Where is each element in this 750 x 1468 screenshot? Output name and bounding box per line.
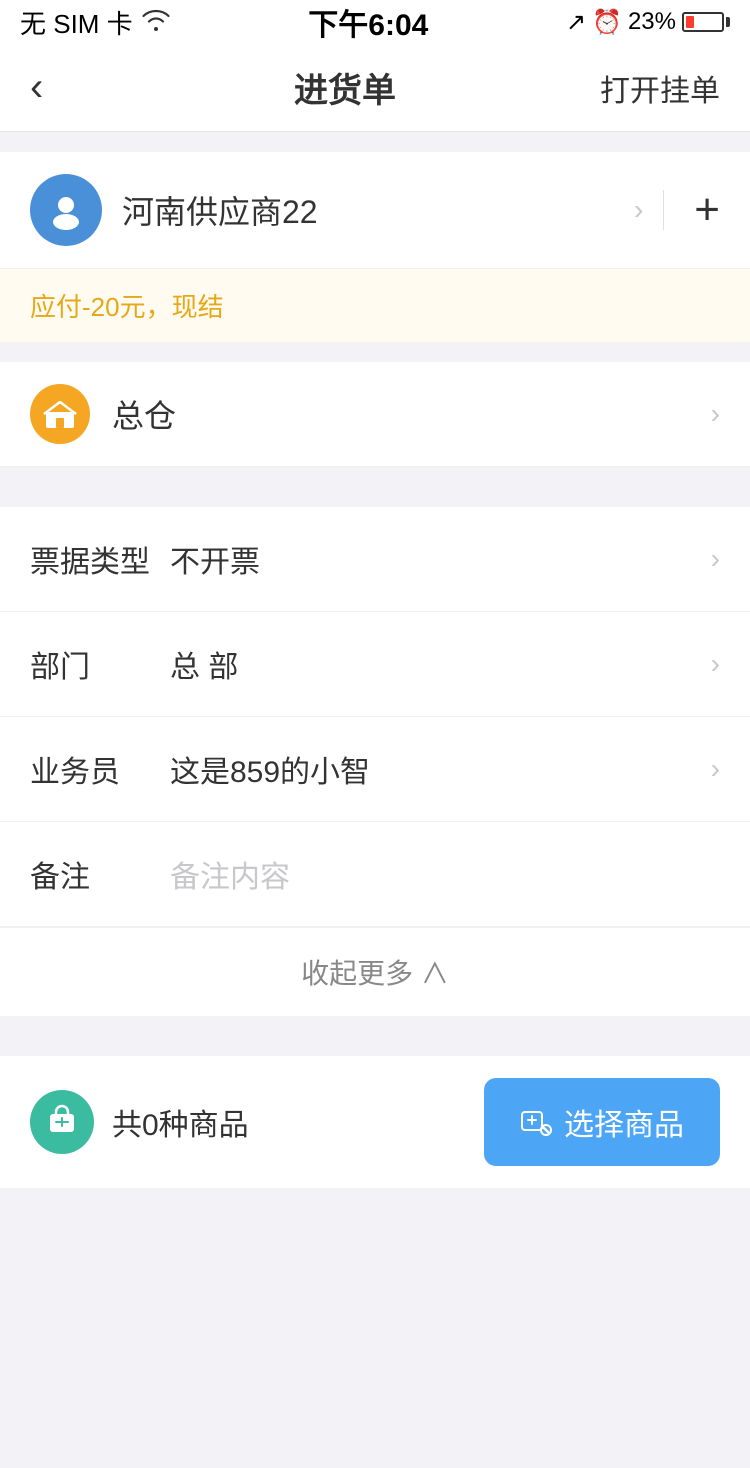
battery-icon bbox=[682, 12, 730, 32]
remark-input[interactable]: 备注内容 bbox=[160, 852, 720, 896]
supplier-name: 河南供应商22 bbox=[122, 187, 634, 233]
supplier-section: 河南供应商22 › + 应付-20元，现结 bbox=[0, 152, 750, 342]
collapse-label: 收起更多 ∧ bbox=[301, 952, 449, 992]
invoice-type-chevron-icon: › bbox=[711, 543, 720, 575]
product-count-text: 共0种商品 bbox=[112, 1100, 249, 1144]
section-divider-2 bbox=[0, 342, 750, 362]
wifi-icon bbox=[141, 7, 171, 38]
status-right: ↗ ⏰ 23% bbox=[566, 8, 730, 37]
warehouse-name: 总仓 bbox=[112, 391, 711, 437]
supplier-chevron-icon: › bbox=[634, 194, 643, 226]
salesperson-row[interactable]: 业务员 这是859的小智 › bbox=[0, 717, 750, 822]
department-label: 部门 bbox=[30, 642, 160, 686]
supplier-avatar bbox=[30, 174, 102, 246]
invoice-type-value: 不开票 bbox=[160, 537, 711, 581]
salesperson-chevron-icon: › bbox=[711, 753, 720, 785]
status-bar: 无 SIM 卡 下午6:04 ↗ ⏰ 23% bbox=[0, 0, 750, 44]
status-time: 下午6:04 bbox=[308, 0, 428, 44]
notice-text: 应付-20元，现结 bbox=[30, 292, 224, 322]
status-left: 无 SIM 卡 bbox=[20, 4, 171, 41]
remark-label: 备注 bbox=[30, 852, 160, 896]
salesperson-label: 业务员 bbox=[30, 747, 160, 791]
warehouse-row[interactable]: 总仓 › bbox=[0, 362, 750, 467]
invoice-type-row[interactable]: 票据类型 不开票 › bbox=[0, 507, 750, 612]
department-chevron-icon: › bbox=[711, 648, 720, 680]
warehouse-icon bbox=[30, 384, 90, 444]
bottom-action-bar: 共0种商品 选择商品 bbox=[0, 1056, 750, 1188]
sim-label: 无 SIM 卡 bbox=[20, 4, 133, 41]
add-supplier-button[interactable]: + bbox=[694, 185, 720, 235]
department-row[interactable]: 部门 总 部 › bbox=[0, 612, 750, 717]
remark-row[interactable]: 备注 备注内容 bbox=[0, 822, 750, 927]
department-value: 总 部 bbox=[160, 642, 711, 686]
location-icon: ↗ bbox=[566, 8, 586, 37]
notice-bar: 应付-20元，现结 bbox=[0, 269, 750, 342]
alarm-icon: ⏰ bbox=[592, 8, 622, 37]
select-product-label: 选择商品 bbox=[564, 1100, 684, 1144]
page-title: 进货单 bbox=[294, 63, 396, 112]
nav-bar: ‹ 进货单 打开挂单 bbox=[0, 44, 750, 132]
collapse-button[interactable]: 收起更多 ∧ bbox=[0, 927, 750, 1016]
invoice-type-label: 票据类型 bbox=[30, 537, 160, 581]
product-count-wrap: 共0种商品 bbox=[30, 1090, 249, 1154]
select-product-button[interactable]: 选择商品 bbox=[484, 1078, 720, 1166]
section-divider-1 bbox=[0, 132, 750, 152]
supplier-divider bbox=[663, 190, 664, 230]
section-divider-4 bbox=[0, 1016, 750, 1036]
back-button[interactable]: ‹ bbox=[30, 65, 90, 110]
battery-percent: 23% bbox=[628, 8, 676, 36]
section-divider-3 bbox=[0, 467, 750, 487]
open-pending-button[interactable]: 打开挂单 bbox=[600, 66, 720, 110]
product-icon bbox=[30, 1090, 94, 1154]
form-section: 票据类型 不开票 › 部门 总 部 › 业务员 这是859的小智 › 备注 备注… bbox=[0, 507, 750, 1016]
page-background bbox=[0, 1188, 750, 1468]
salesperson-value: 这是859的小智 bbox=[160, 747, 711, 791]
supplier-row[interactable]: 河南供应商22 › + bbox=[0, 152, 750, 269]
warehouse-chevron-icon: › bbox=[711, 398, 720, 430]
